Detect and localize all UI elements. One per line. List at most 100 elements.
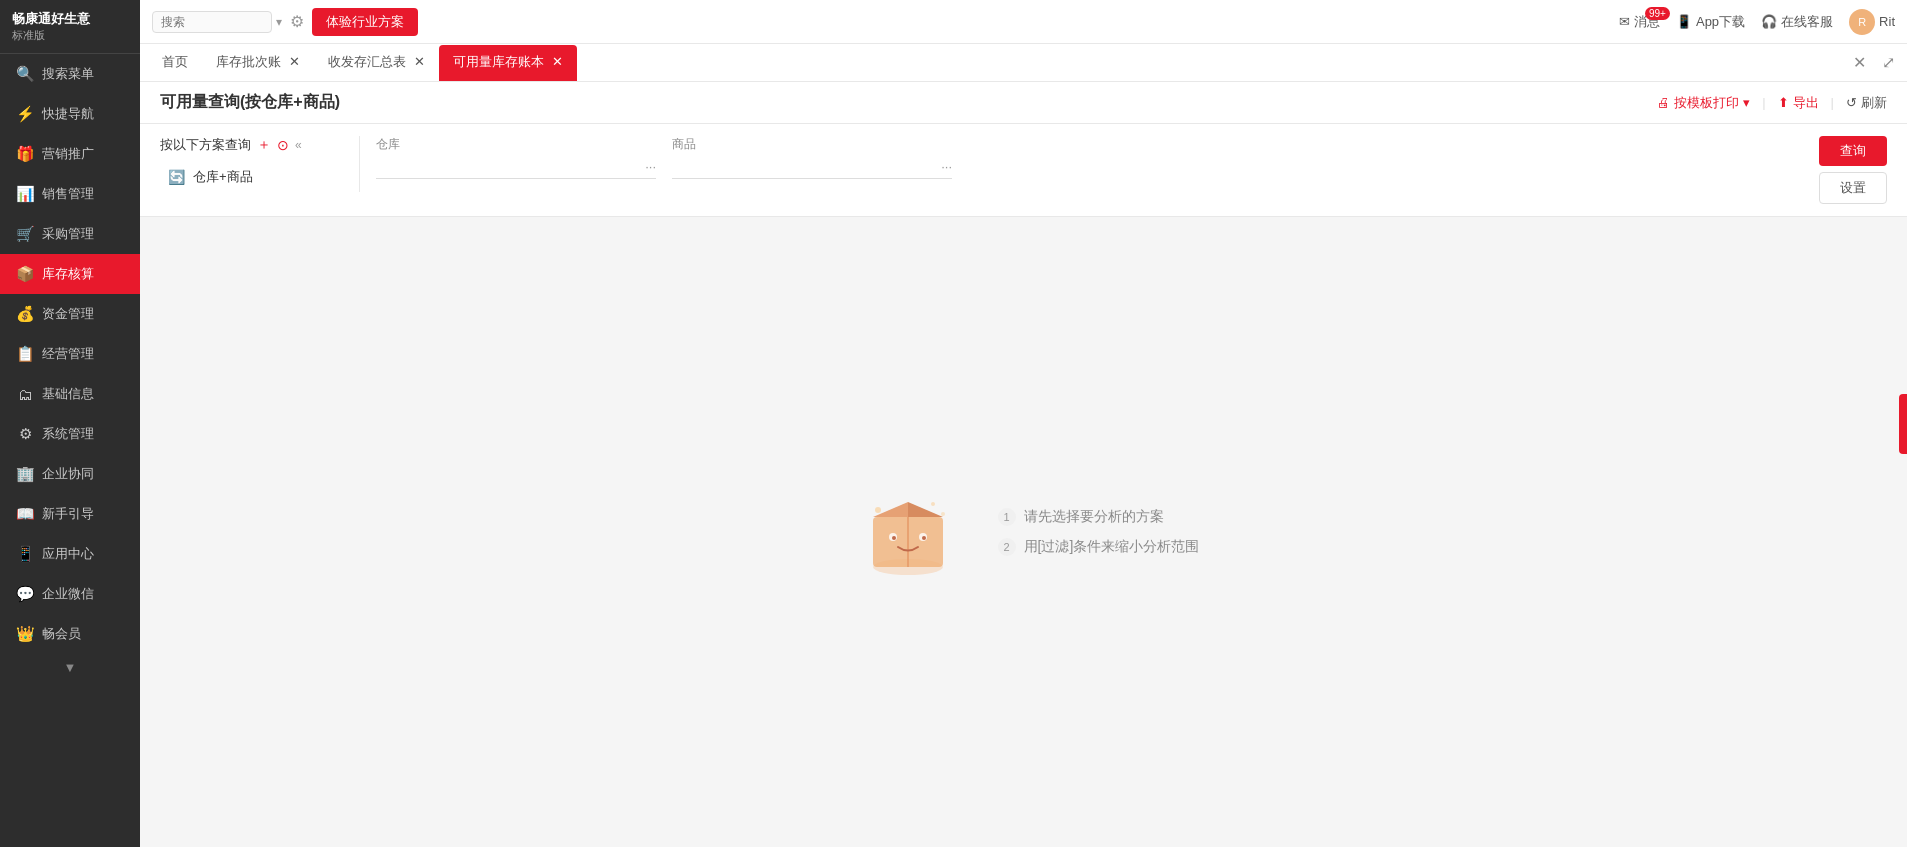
tab-receive-label: 收发存汇总表 — [328, 53, 406, 71]
search-input[interactable] — [152, 11, 272, 33]
sidebar-logo: 畅康通好生意 标准版 — [0, 0, 140, 54]
print-label: 按模板打印 — [1674, 94, 1739, 112]
sidebar-item-label: 基础信息 — [42, 385, 94, 403]
product-more-icon[interactable]: ··· — [941, 159, 952, 174]
sidebar-item-operation[interactable]: 📋 经营管理 — [0, 334, 140, 374]
warehouse-input-area: ··· — [376, 155, 656, 179]
sidebar-item-guide[interactable]: 📖 新手引导 — [0, 494, 140, 534]
warehouse-more-icon[interactable]: ··· — [645, 159, 656, 174]
scheme-add-button[interactable]: ＋ — [257, 136, 271, 154]
sidebar-item-label: 新手引导 — [42, 505, 94, 523]
svg-point-11 — [941, 512, 945, 516]
shortcut-icon: ⚡ — [16, 105, 34, 123]
product-label: 商品 — [672, 136, 952, 153]
tab-close-all-icon[interactable]: ✕ — [1849, 51, 1870, 74]
user-menu[interactable]: R Rit — [1849, 9, 1895, 35]
sidebar-item-search[interactable]: 🔍 搜索菜单 — [0, 54, 140, 94]
query-button[interactable]: 查询 — [1819, 136, 1887, 166]
tab-available-ledger[interactable]: 可用量库存账本 ✕ — [439, 45, 577, 81]
scheme-collapse-button[interactable]: « — [295, 138, 302, 152]
tab-batch-account[interactable]: 库存批次账 ✕ — [202, 45, 314, 81]
warehouse-label: 仓库 — [376, 136, 656, 153]
product-field: 商品 ··· — [672, 136, 952, 179]
warehouse-field: 仓库 ··· — [376, 136, 656, 179]
separator: | — [1762, 95, 1765, 110]
scheme-label: 按以下方案查询 — [160, 136, 251, 154]
export-button[interactable]: ⬆ 导出 — [1778, 94, 1819, 112]
sidebar-item-label: 快捷导航 — [42, 105, 94, 123]
headset-icon: 🎧 — [1761, 14, 1777, 29]
topbar-search-area: ▾ — [152, 11, 282, 33]
message-icon: ✉ — [1619, 14, 1630, 29]
sidebar-item-label: 企业微信 — [42, 585, 94, 603]
sidebar-item-label: 系统管理 — [42, 425, 94, 443]
sidebar-scroll-down[interactable]: ▼ — [0, 654, 140, 681]
sidebar-item-member[interactable]: 👑 畅会员 — [0, 614, 140, 654]
chevron-down-icon: ▾ — [1743, 95, 1750, 110]
sidebar-item-inventory[interactable]: 📦 库存核算 — [0, 254, 140, 294]
online-service-button[interactable]: 🎧 在线客服 — [1761, 13, 1833, 31]
sidebar-item-appstore[interactable]: 📱 应用中心 — [0, 534, 140, 574]
svg-point-10 — [931, 502, 935, 506]
empty-step2: 2 用[过滤]条件来缩小分析范围 — [998, 538, 1200, 556]
sidebar-item-marketing[interactable]: 🎁 营销推广 — [0, 134, 140, 174]
step2-text: 用[过滤]条件来缩小分析范围 — [1024, 538, 1200, 556]
book-icon: 📖 — [16, 505, 34, 523]
separator: | — [1831, 95, 1834, 110]
clipboard-icon: 📋 — [16, 345, 34, 363]
message-button[interactable]: ✉ 消息 99+ — [1619, 13, 1660, 31]
gear-icon[interactable]: ⚙ — [290, 12, 304, 31]
close-icon[interactable]: ✕ — [552, 55, 563, 68]
sidebar-item-label: 应用中心 — [42, 545, 94, 563]
sidebar-item-finance[interactable]: 💰 资金管理 — [0, 294, 140, 334]
close-icon[interactable]: ✕ — [414, 55, 425, 68]
sidebar-item-label: 采购管理 — [42, 225, 94, 243]
sidebar: 畅康通好生意 标准版 🔍 搜索菜单 ⚡ 快捷导航 🎁 营销推广 📊 销售管理 🛒… — [0, 0, 140, 847]
sidebar-item-shortcut[interactable]: ⚡ 快捷导航 — [0, 94, 140, 134]
money-icon: 💰 — [16, 305, 34, 323]
close-icon[interactable]: ✕ — [289, 55, 300, 68]
trial-button[interactable]: 体验行业方案 — [312, 8, 418, 36]
right-float-bar — [1899, 394, 1907, 454]
avatar: R — [1849, 9, 1875, 35]
scheme-settings-button[interactable]: ⊙ — [277, 137, 289, 153]
refresh-label: 刷新 — [1861, 94, 1887, 112]
expand-icon[interactable]: ⤢ — [1878, 51, 1899, 74]
page-actions: 🖨 按模板打印 ▾ | ⬆ 导出 | ↺ 刷新 — [1657, 94, 1887, 112]
tabbar: 首页 库存批次账 ✕ 收发存汇总表 ✕ 可用量库存账本 ✕ ✕ ⤢ — [140, 44, 1907, 82]
svg-point-9 — [875, 507, 881, 513]
gift-icon: 🎁 — [16, 145, 34, 163]
sidebar-item-wechat[interactable]: 💬 企业微信 — [0, 574, 140, 614]
filter-scheme-panel: 按以下方案查询 ＋ ⊙ « 🔄 仓库+商品 — [160, 136, 360, 192]
chevron-down-icon[interactable]: ▾ — [276, 15, 282, 29]
empty-state: 1 请先选择要分析的方案 2 用[过滤]条件来缩小分析范围 — [140, 217, 1907, 847]
tab-receive-summary[interactable]: 收发存汇总表 ✕ — [314, 45, 439, 81]
service-label: 在线客服 — [1781, 13, 1833, 31]
inventory-icon: 📦 — [16, 265, 34, 283]
sidebar-item-label: 企业协同 — [42, 465, 94, 483]
step1-number: 1 — [998, 508, 1016, 526]
main-content: ▾ ⚙ 体验行业方案 ✉ 消息 99+ 📱 App下载 🎧 在线客服 R Rit — [140, 0, 1907, 847]
tab-home[interactable]: 首页 — [148, 45, 202, 81]
sidebar-item-system[interactable]: ⚙ 系统管理 — [0, 414, 140, 454]
scheme-item-warehouse-product[interactable]: 🔄 仓库+商品 — [160, 162, 343, 192]
tab-home-label: 首页 — [162, 53, 188, 71]
product-input[interactable] — [672, 159, 935, 174]
sidebar-item-corp[interactable]: 🏢 企业协同 — [0, 454, 140, 494]
settings-button[interactable]: 设置 — [1819, 172, 1887, 204]
sidebar-item-sales[interactable]: 📊 销售管理 — [0, 174, 140, 214]
app-download-button[interactable]: 📱 App下载 — [1676, 13, 1745, 31]
svg-point-8 — [922, 536, 926, 540]
sidebar-item-basic[interactable]: 🗂 基础信息 — [0, 374, 140, 414]
step1-text: 请先选择要分析的方案 — [1024, 508, 1164, 526]
warehouse-input[interactable] — [376, 159, 639, 174]
topbar-right: ✉ 消息 99+ 📱 App下载 🎧 在线客服 R Rit — [1619, 9, 1895, 35]
crown-icon: 👑 — [16, 625, 34, 643]
cart-icon: 🛒 — [16, 225, 34, 243]
tab-available-label: 可用量库存账本 — [453, 53, 544, 71]
sidebar-item-label: 经营管理 — [42, 345, 94, 363]
sidebar-item-purchase[interactable]: 🛒 采购管理 — [0, 214, 140, 254]
print-button[interactable]: 🖨 按模板打印 ▾ — [1657, 94, 1750, 112]
refresh-button[interactable]: ↺ 刷新 — [1846, 94, 1887, 112]
sidebar-item-label: 营销推广 — [42, 145, 94, 163]
